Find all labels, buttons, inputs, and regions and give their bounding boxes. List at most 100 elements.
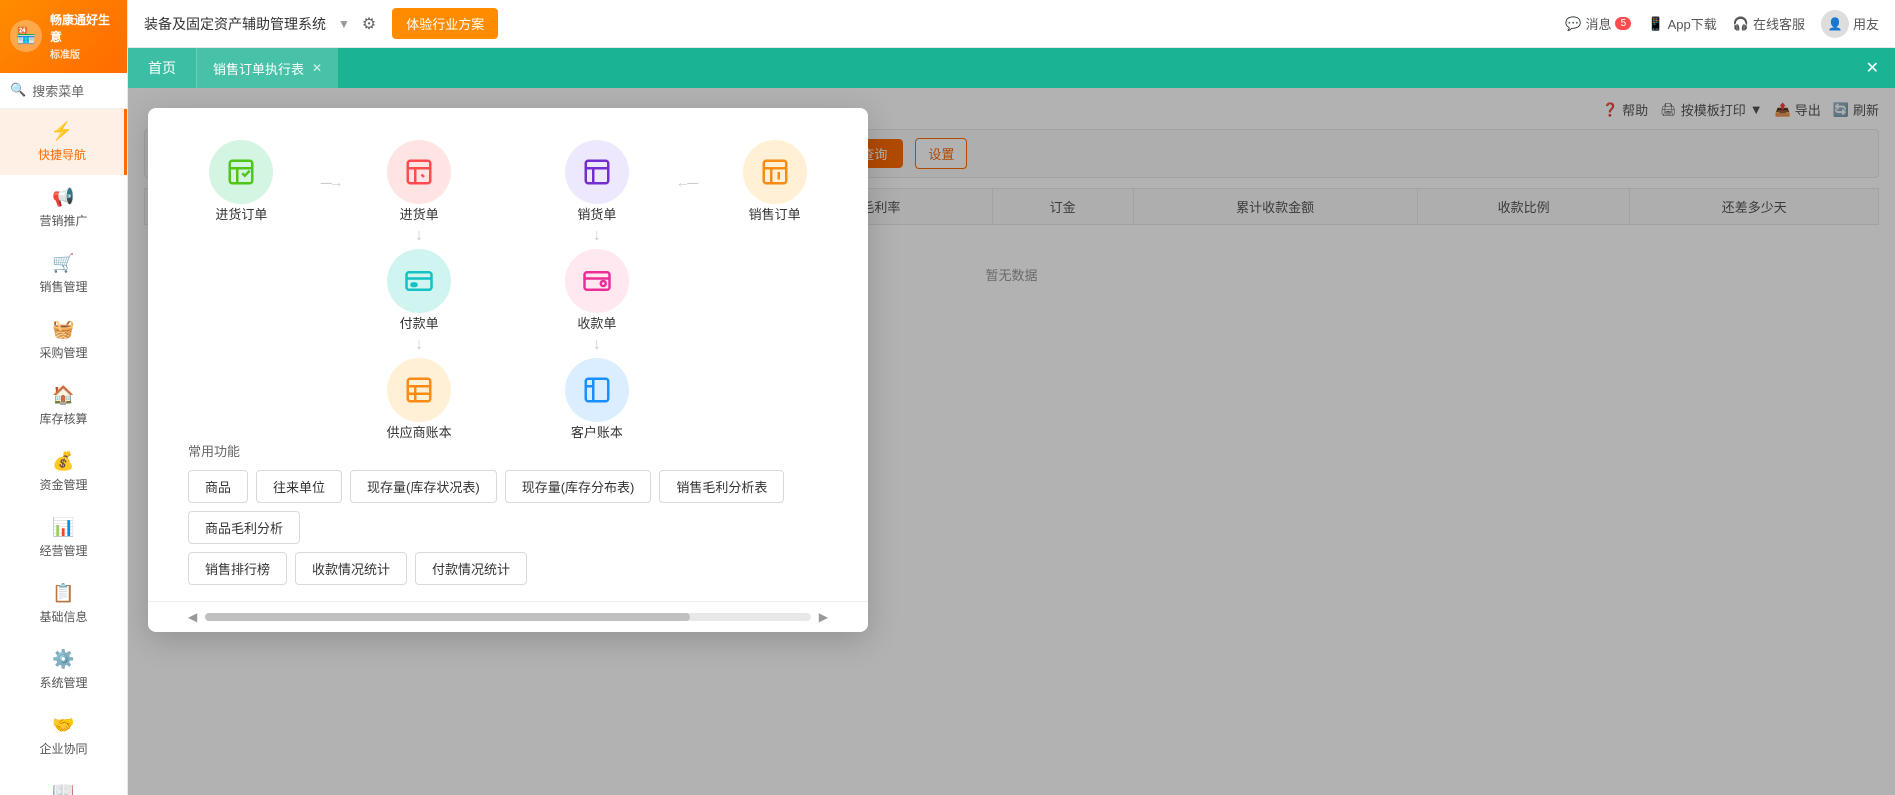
func-stock-status[interactable]: 现存量(库存状况表) <box>350 470 497 503</box>
sidebar-item-label: 销售管理 <box>39 278 87 295</box>
arrow-purchase-order-to-bill: - - - -→ <box>295 174 366 190</box>
func-payment-stat[interactable]: 付款情况统计 <box>415 552 527 585</box>
phone-icon: 📱 <box>1647 16 1663 32</box>
content-area: ❓ 帮助 🖨 按模板打印 ▼ 📤 导出 🔄 刷新 <box>128 88 1895 795</box>
dropdown-arrow-icon[interactable]: ▼ <box>338 17 350 31</box>
func-stock-dist[interactable]: 现存量(库存分布表) <box>505 470 652 503</box>
modal-body: 进货订单 - - - -→ <box>148 108 868 601</box>
finance-icon: 💰 <box>52 451 74 472</box>
scroll-track[interactable] <box>205 613 811 621</box>
sidebar-item-basic-info[interactable]: 📋 基础信息 <box>0 571 127 637</box>
sidebar-item-finance[interactable]: 💰 资金管理 <box>0 439 127 505</box>
sales-bill-label: 销货单 <box>577 204 616 223</box>
payment-icon <box>387 249 451 313</box>
tab-close-icon[interactable]: ✕ <box>312 61 322 75</box>
flow-node-purchase-order[interactable]: 进货订单 <box>188 140 295 223</box>
trial-button[interactable]: 体验行业方案 <box>392 8 498 39</box>
quick-nav-icon: ⚡ <box>51 121 73 142</box>
online-service-button[interactable]: 🎧 在线客服 <box>1733 14 1805 33</box>
avatar: 👤 <box>1821 10 1849 38</box>
flow-node-sales-bill[interactable]: 销货单 <box>544 140 651 223</box>
flow-diagram: 进货订单 - - - -→ <box>188 140 828 441</box>
system-icon: ⚙️ <box>52 649 74 670</box>
func-row-1: 商品 往来单位 现存量(库存状况表) 现存量(库存分布表) 销售毛利分析表 商品… <box>188 470 828 544</box>
sidebar-search[interactable]: 🔍 搜索菜单 <box>0 73 127 109</box>
logo-icon: 🏪 <box>10 20 42 52</box>
message-badge: 5 <box>1615 17 1631 30</box>
basic-info-icon: 📋 <box>52 583 74 604</box>
receipt-label: 收款单 <box>577 313 616 332</box>
scroll-thumb <box>205 613 689 621</box>
sidebar-item-purchase[interactable]: 🧺 采购管理 <box>0 307 127 373</box>
user-profile-button[interactable]: 👤 用友 <box>1821 10 1879 38</box>
arrow-down-payment: ↓ <box>366 332 473 358</box>
flow-node-customer-ledger[interactable]: 客户账本 <box>544 358 651 441</box>
corp-collab-icon: 🤝 <box>52 715 74 736</box>
customer-ledger-label: 客户账本 <box>571 422 623 441</box>
sidebar-item-operations[interactable]: 📊 经营管理 <box>0 505 127 571</box>
sidebar-item-corp-collab[interactable]: 🤝 企业协同 <box>0 703 127 769</box>
customer-ledger-icon <box>565 358 629 422</box>
logo-text: 畅康通好生意 <box>50 12 117 46</box>
newbie-icon: 📖 <box>52 781 74 795</box>
sidebar-item-newbie[interactable]: 📖 新手引导 <box>0 769 127 795</box>
arrow-sales-order-to-bill: ←- - - - <box>650 174 721 190</box>
topbar-right: 💬 消息 5 📱 App下载 🎧 在线客服 👤 用友 <box>1565 10 1879 38</box>
purchase-icon: 🧺 <box>52 319 74 340</box>
spacer-6 <box>721 341 828 349</box>
close-all-tabs-icon[interactable]: ✕ <box>1850 58 1895 78</box>
sidebar-item-label: 基础信息 <box>39 608 87 625</box>
flow-node-purchase-bill[interactable]: 进货单 <box>366 140 473 223</box>
logo-sub: 标准版 <box>50 46 117 61</box>
search-icon: 🔍 <box>10 82 26 98</box>
inventory-icon: 🏠 <box>52 385 74 406</box>
sidebar-logo: 🏪 畅康通好生意 标准版 <box>0 0 127 73</box>
sidebar-item-inventory[interactable]: 🏠 库存核算 <box>0 373 127 439</box>
spacer-2 <box>721 232 828 240</box>
scroll-left-icon[interactable]: ◀ <box>188 610 197 624</box>
func-goods[interactable]: 商品 <box>188 470 248 503</box>
purchase-bill-icon <box>387 140 451 204</box>
arrow-down-purchase-bill: ↓ <box>366 223 473 249</box>
message-icon: 💬 <box>1565 16 1581 32</box>
marketing-icon: 📢 <box>52 187 74 208</box>
tab-sales-order-exec[interactable]: 销售订单执行表 ✕ <box>196 48 338 88</box>
supplier-ledger-icon <box>387 358 451 422</box>
flow-node-sales-order[interactable]: 销售订单 <box>721 140 828 223</box>
app-download-button[interactable]: 📱 App下载 <box>1647 14 1716 33</box>
func-goods-profit[interactable]: 商品毛利分析 <box>188 511 300 544</box>
modal-overlay: 进货订单 - - - -→ <box>128 88 1895 795</box>
sidebar-item-marketing[interactable]: 📢 营销推广 <box>0 175 127 241</box>
sidebar-item-label: 资金管理 <box>39 476 87 493</box>
settings-icon[interactable]: ⚙ <box>362 14 376 34</box>
scroll-right-icon[interactable]: ▶ <box>819 610 828 624</box>
sidebar-item-quick-nav[interactable]: ⚡ 快捷导航 <box>0 109 127 175</box>
sidebar-item-sales[interactable]: 🛒 销售管理 <box>0 241 127 307</box>
flow-row-1: 进货订单 - - - -→ <box>188 140 828 223</box>
func-receipt-stat[interactable]: 收款情况统计 <box>295 552 407 585</box>
purchase-order-label: 进货订单 <box>215 204 267 223</box>
common-functions-title: 常用功能 <box>188 441 828 460</box>
spacer-5 <box>188 341 295 349</box>
flow-node-receipt[interactable]: 收款单 <box>544 249 651 332</box>
topbar: 装备及固定资产辅助管理系统 ▼ ⚙ 体验行业方案 💬 消息 5 📱 App下载 … <box>128 0 1895 48</box>
sidebar-item-system[interactable]: ⚙️ 系统管理 <box>0 637 127 703</box>
receipt-icon <box>565 249 629 313</box>
flow-row-3: 供应商账本 客户账本 <box>188 358 828 441</box>
func-sales-profit[interactable]: 销售毛利分析表 <box>659 470 784 503</box>
sidebar-item-label: 营销推广 <box>39 212 87 229</box>
arrow-down-sales-bill: ↓ <box>544 223 651 249</box>
purchase-bill-label: 进货单 <box>400 204 439 223</box>
search-label: 搜索菜单 <box>32 81 84 100</box>
sales-icon: 🛒 <box>52 253 74 274</box>
sidebar-item-label: 采购管理 <box>39 344 87 361</box>
flow-node-payment[interactable]: 付款单 <box>366 249 473 332</box>
flow-node-supplier-ledger[interactable]: 供应商账本 <box>366 358 473 441</box>
func-row-2: 销售排行榜 收款情况统计 付款情况统计 <box>188 552 828 585</box>
supplier-ledger-label: 供应商账本 <box>387 422 452 441</box>
tab-home[interactable]: 首页 <box>128 48 196 88</box>
sidebar-nav: ⚡ 快捷导航 📢 营销推广 🛒 销售管理 🧺 采购管理 🏠 库存核算 💰 资金管… <box>0 109 127 795</box>
func-partner[interactable]: 往来单位 <box>256 470 342 503</box>
func-sales-rank[interactable]: 销售排行榜 <box>188 552 287 585</box>
message-button[interactable]: 💬 消息 5 <box>1565 14 1631 33</box>
